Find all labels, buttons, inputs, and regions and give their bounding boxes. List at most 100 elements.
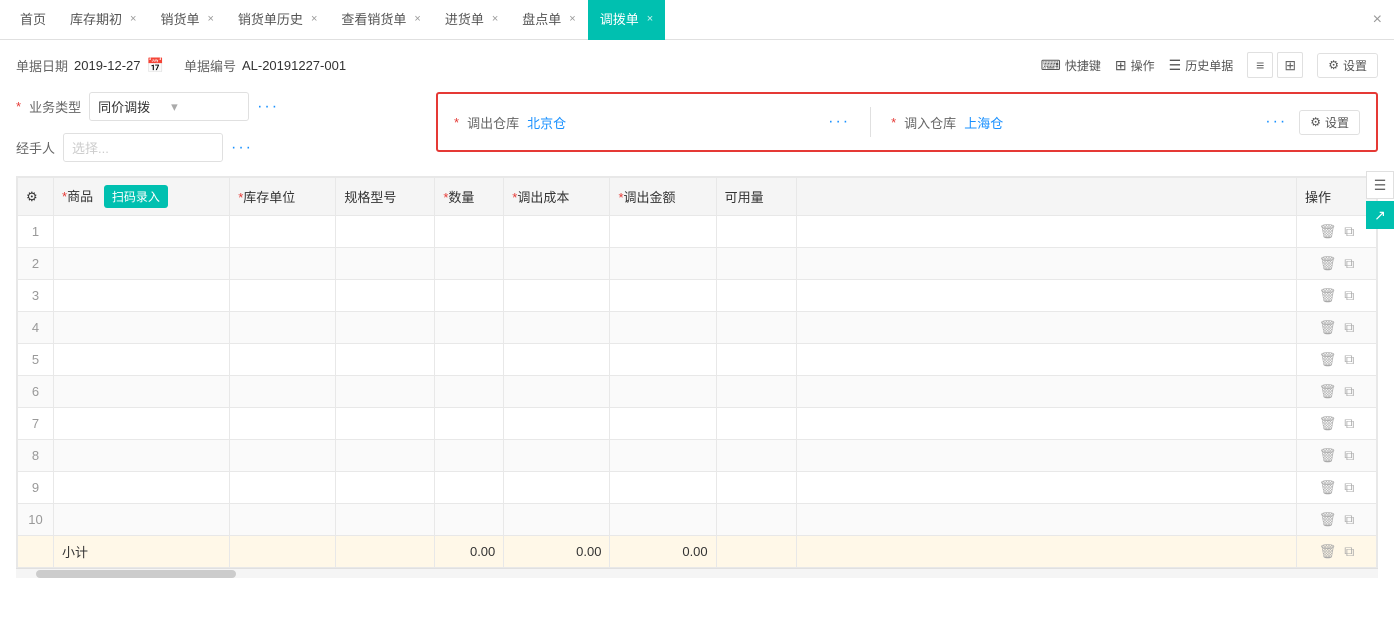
calendar-icon[interactable]: 📅: [147, 57, 164, 74]
cell-available[interactable]: [716, 472, 796, 504]
cell-amount[interactable]: [610, 504, 716, 536]
cell-available[interactable]: [716, 280, 796, 312]
cell-amount[interactable]: [610, 472, 716, 504]
tab-home[interactable]: 首页: [8, 0, 58, 40]
trash-icon[interactable]: 🗑: [1319, 447, 1337, 463]
business-type-select[interactable]: 同价调拨 ▾: [89, 92, 249, 121]
copy-icon[interactable]: ⧉: [1344, 383, 1354, 399]
copy-icon[interactable]: ⧉: [1344, 351, 1354, 367]
trash-icon[interactable]: 🗑: [1319, 287, 1337, 303]
trash-icon[interactable]: 🗑: [1319, 223, 1337, 239]
grid-view-btn[interactable]: ⊞: [1277, 52, 1303, 78]
cell-spec[interactable]: [336, 216, 435, 248]
cell-product[interactable]: [54, 312, 230, 344]
scroll-thumb[interactable]: [36, 570, 236, 578]
trash-icon[interactable]: 🗑: [1319, 511, 1337, 527]
tab-sales[interactable]: 销货单 ×: [148, 0, 225, 40]
cell-amount[interactable]: [610, 376, 716, 408]
tab-stocktake-close[interactable]: ×: [569, 13, 575, 25]
cell-available[interactable]: [716, 376, 796, 408]
scroll-area[interactable]: ⚙ *商品 扫码录入 *库存单位 规: [17, 177, 1377, 567]
tab-sales-history-close[interactable]: ×: [311, 13, 317, 25]
tab-transfer[interactable]: 调拨单 ×: [588, 0, 665, 40]
cell-product[interactable]: [54, 408, 230, 440]
cell-unit[interactable]: [230, 440, 336, 472]
cell-spec[interactable]: [336, 504, 435, 536]
cell-spec[interactable]: [336, 312, 435, 344]
copy-icon[interactable]: ⧉: [1344, 415, 1354, 431]
cell-available[interactable]: [716, 440, 796, 472]
cell-unit[interactable]: [230, 216, 336, 248]
cell-qty[interactable]: [435, 440, 504, 472]
cell-spec[interactable]: [336, 280, 435, 312]
tab-sales-history[interactable]: 销货单历史 ×: [226, 0, 329, 40]
cell-amount[interactable]: [610, 280, 716, 312]
cell-cost[interactable]: [504, 344, 610, 376]
cell-amount[interactable]: [610, 216, 716, 248]
cell-amount[interactable]: [610, 408, 716, 440]
float-export-btn[interactable]: ↗: [1366, 201, 1394, 229]
cell-cost[interactable]: [504, 472, 610, 504]
cell-spec[interactable]: [336, 408, 435, 440]
cell-unit[interactable]: [230, 472, 336, 504]
history-btn[interactable]: ☰ 历史单据: [1169, 57, 1234, 74]
cell-qty[interactable]: [435, 216, 504, 248]
cell-qty[interactable]: [435, 504, 504, 536]
tab-transfer-close[interactable]: ×: [647, 13, 653, 25]
copy-icon[interactable]: ⧉: [1344, 543, 1354, 559]
cell-available[interactable]: [716, 504, 796, 536]
trash-icon[interactable]: 🗑: [1319, 255, 1337, 271]
operation-btn[interactable]: ⊞ 操作: [1115, 57, 1155, 74]
copy-icon[interactable]: ⧉: [1344, 511, 1354, 527]
cell-qty[interactable]: [435, 472, 504, 504]
cell-unit[interactable]: [230, 408, 336, 440]
horizontal-scrollbar[interactable]: [16, 568, 1378, 578]
copy-icon[interactable]: ⧉: [1344, 319, 1354, 335]
cell-spec[interactable]: [336, 344, 435, 376]
cell-available[interactable]: [716, 344, 796, 376]
cell-cost[interactable]: [504, 216, 610, 248]
copy-icon[interactable]: ⧉: [1344, 479, 1354, 495]
cell-cost[interactable]: [504, 408, 610, 440]
cell-cost[interactable]: [504, 440, 610, 472]
cell-qty[interactable]: [435, 312, 504, 344]
copy-icon[interactable]: ⧉: [1344, 255, 1354, 271]
copy-icon[interactable]: ⧉: [1344, 223, 1354, 239]
tab-view-sales[interactable]: 查看销货单 ×: [329, 0, 432, 40]
cell-qty[interactable]: [435, 376, 504, 408]
cell-cost[interactable]: [504, 504, 610, 536]
cell-product[interactable]: [54, 344, 230, 376]
cell-amount[interactable]: [610, 344, 716, 376]
tab-inventory-init-close[interactable]: ×: [130, 13, 136, 25]
out-warehouse-more[interactable]: ···: [828, 113, 850, 131]
cell-available[interactable]: [716, 248, 796, 280]
trash-icon[interactable]: 🗑: [1319, 543, 1337, 559]
cell-available[interactable]: [716, 408, 796, 440]
cell-spec[interactable]: [336, 376, 435, 408]
tab-sales-close[interactable]: ×: [207, 13, 213, 25]
cell-available[interactable]: [716, 312, 796, 344]
copy-icon[interactable]: ⧉: [1344, 447, 1354, 463]
trash-icon[interactable]: 🗑: [1319, 415, 1337, 431]
cell-cost[interactable]: [504, 280, 610, 312]
in-warehouse-value[interactable]: 上海仓: [964, 113, 1003, 132]
trash-icon[interactable]: 🗑: [1319, 383, 1337, 399]
list-view-btn[interactable]: ≡: [1247, 52, 1273, 78]
cell-unit[interactable]: [230, 376, 336, 408]
cell-unit[interactable]: [230, 312, 336, 344]
scan-btn[interactable]: 扫码录入: [104, 185, 168, 208]
tab-view-sales-close[interactable]: ×: [414, 13, 420, 25]
cell-spec[interactable]: [336, 440, 435, 472]
float-list-btn[interactable]: ☰: [1366, 171, 1394, 199]
cell-product[interactable]: [54, 504, 230, 536]
person-more[interactable]: ···: [231, 139, 253, 157]
cell-unit[interactable]: [230, 504, 336, 536]
settings-button[interactable]: ⚙ 设置: [1317, 53, 1378, 78]
cell-qty[interactable]: [435, 280, 504, 312]
cell-amount[interactable]: [610, 248, 716, 280]
cell-product[interactable]: [54, 472, 230, 504]
shortcut-btn[interactable]: ⌨ 快捷键: [1041, 57, 1101, 74]
cell-qty[interactable]: [435, 248, 504, 280]
cell-cost[interactable]: [504, 248, 610, 280]
cell-spec[interactable]: [336, 472, 435, 504]
